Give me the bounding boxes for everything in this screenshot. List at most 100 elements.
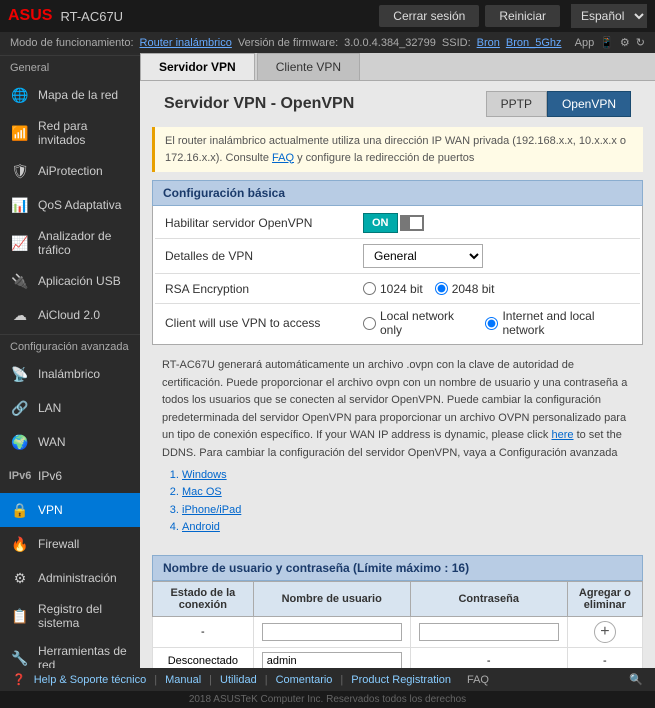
sidebar-item-admin[interactable]: ⚙ Administración	[0, 561, 140, 595]
reiniciar-button[interactable]: Reiniciar	[485, 5, 560, 27]
sidebar-item-mapa-red[interactable]: 🌐 Mapa de la red	[0, 78, 140, 112]
wireless-icon: 📡	[10, 364, 30, 384]
separator1: |	[154, 674, 157, 686]
pptp-button[interactable]: PPTP	[486, 91, 547, 117]
internet-local-radio[interactable]	[485, 317, 498, 330]
toggle-on-label[interactable]: ON	[363, 213, 398, 233]
sidebar: General 🌐 Mapa de la red 📶 Red para invi…	[0, 53, 140, 668]
lan-icon: 🔗	[10, 398, 30, 418]
tools-icon: 🔧	[10, 648, 30, 668]
utilidad-link[interactable]: Utilidad	[220, 674, 257, 686]
rsa-1024-radio[interactable]	[363, 282, 376, 295]
manual-link[interactable]: Manual	[165, 674, 201, 686]
faq-link[interactable]: FAQ	[272, 152, 294, 164]
row1-password-input[interactable]	[419, 623, 559, 641]
sidebar-item-vpn[interactable]: 🔒 VPN	[0, 493, 140, 527]
faq-bottom-label: FAQ	[467, 674, 489, 686]
os-iphone[interactable]: iPhone/iPad	[182, 502, 633, 520]
wan-icon: 🌍	[10, 432, 30, 452]
network-map-icon: 🌐	[10, 85, 30, 105]
row1-usuario	[253, 616, 410, 647]
sidebar-label-mapa-red: Mapa de la red	[38, 88, 118, 102]
client-access-value: Local network only Internet and local ne…	[355, 304, 640, 342]
ssid-val1[interactable]: Bron	[477, 37, 500, 49]
sidebar-item-analizador[interactable]: 📈 Analizador de tráfico	[0, 222, 140, 264]
enable-value: ON	[355, 208, 640, 238]
product-reg-link[interactable]: Product Registration	[351, 674, 451, 686]
settings-icon[interactable]: ⚙	[620, 36, 630, 49]
sidebar-item-aiprotection[interactable]: 🛡 AiProtection	[0, 154, 140, 188]
search-icon[interactable]: 🔍	[629, 673, 643, 686]
internet-local-text: Internet and local network	[502, 309, 632, 337]
here-link[interactable]: here	[551, 429, 573, 441]
ssid-val2[interactable]: Bron_5Ghz	[506, 37, 562, 49]
rsa-1024-label[interactable]: 1024 bit	[363, 282, 423, 296]
internet-local-label[interactable]: Internet and local network	[485, 309, 632, 337]
protocol-buttons: PPTP OpenVPN	[474, 83, 643, 121]
sidebar-item-aicloud[interactable]: ☁ AiCloud 2.0	[0, 298, 140, 332]
sidebar-item-lan[interactable]: 🔗 LAN	[0, 391, 140, 425]
basic-config-table: Habilitar servidor OpenVPN ON Detalles d…	[152, 206, 643, 345]
basic-config-header: Configuración básica	[152, 180, 643, 206]
sidebar-label-admin: Administración	[38, 571, 117, 585]
add-user-button[interactable]: +	[594, 621, 616, 643]
sidebar-item-registro[interactable]: 📋 Registro del sistema	[0, 595, 140, 637]
user-row-1: - +	[153, 616, 643, 647]
os-list: Windows Mac OS iPhone/iPad Android	[182, 467, 633, 537]
separator4: |	[340, 674, 343, 686]
mobile-icon[interactable]: 📱	[600, 36, 614, 49]
comentario-link[interactable]: Comentario	[276, 674, 333, 686]
sidebar-item-usb[interactable]: 🔌 Aplicación USB	[0, 264, 140, 298]
sidebar-label-herramientas: Herramientas de red	[38, 644, 130, 668]
sidebar-item-inalambrico[interactable]: 📡 Inalámbrico	[0, 357, 140, 391]
openvpn-button[interactable]: OpenVPN	[547, 91, 631, 117]
rsa-1024-text: 1024 bit	[380, 282, 423, 296]
tab-servidor-vpn[interactable]: Servidor VPN	[140, 53, 255, 80]
local-only-radio[interactable]	[363, 317, 376, 330]
tab-cliente-vpn[interactable]: Cliente VPN	[257, 53, 360, 80]
row2-usuario	[253, 647, 410, 668]
user-table-header-row: Estado de la conexión Nombre de usuario …	[153, 581, 643, 616]
sidebar-label-registro: Registro del sistema	[38, 602, 130, 630]
row2-usuario-input[interactable]	[262, 652, 402, 668]
os-windows[interactable]: Windows	[182, 467, 633, 485]
row2-password: -	[410, 647, 567, 668]
rsa-value: 1024 bit 2048 bit	[355, 277, 640, 301]
toggle-slider[interactable]	[400, 215, 424, 231]
cerrar-sesion-button[interactable]: Cerrar sesión	[379, 5, 479, 27]
sidebar-item-herramientas[interactable]: 🔧 Herramientas de red	[0, 637, 140, 668]
row1-usuario-input[interactable]	[262, 623, 402, 641]
sidebar-item-ipv6[interactable]: IPv6 IPv6	[0, 459, 140, 493]
ipv6-icon: IPv6	[10, 466, 30, 486]
refresh-icon[interactable]: ↻	[636, 36, 645, 49]
aicloud-icon: ☁	[10, 305, 30, 325]
rsa-2048-radio[interactable]	[435, 282, 448, 295]
sidebar-label-usb: Aplicación USB	[38, 274, 121, 288]
modo-label: Modo de funcionamiento:	[10, 37, 134, 49]
os-macos[interactable]: Mac OS	[182, 484, 633, 502]
sidebar-item-qos[interactable]: 📊 QoS Adaptativa	[0, 188, 140, 222]
rsa-row: RSA Encryption 1024 bit 2048 bit	[155, 274, 640, 304]
local-only-label[interactable]: Local network only	[363, 309, 473, 337]
os-android[interactable]: Android	[182, 519, 633, 537]
rsa-label: RSA Encryption	[155, 277, 355, 301]
top-bar: ASUS RT-AC67U Cerrar sesión Reiniciar Es…	[0, 0, 655, 32]
help-link[interactable]: Help & Soporte técnico	[34, 674, 147, 686]
language-select[interactable]: Español	[571, 4, 647, 28]
asus-logo: ASUS	[8, 7, 52, 25]
sidebar-label-aicloud: AiCloud 2.0	[38, 308, 100, 322]
sidebar-item-wan[interactable]: 🌍 WAN	[0, 425, 140, 459]
row1-password	[410, 616, 567, 647]
firmware-label: Versión de firmware:	[238, 37, 338, 49]
client-access-label: Client will use VPN to access	[155, 311, 355, 335]
sidebar-label-wan: WAN	[38, 435, 66, 449]
bottom-bar: ❓ Help & Soporte técnico | Manual | Util…	[0, 668, 655, 691]
toggle-container: ON	[363, 213, 632, 233]
sidebar-item-red-invitados[interactable]: 📶 Red para invitados	[0, 112, 140, 154]
sidebar-label-vpn: VPN	[38, 503, 63, 517]
sidebar-item-firewall[interactable]: 🔥 Firewall	[0, 527, 140, 561]
vpn-details-select[interactable]: General	[363, 244, 483, 268]
rsa-2048-label[interactable]: 2048 bit	[435, 282, 495, 296]
modo-val[interactable]: Router inalámbrico	[140, 37, 232, 49]
warning-text2: y configure la redirección de puertos	[297, 152, 474, 164]
